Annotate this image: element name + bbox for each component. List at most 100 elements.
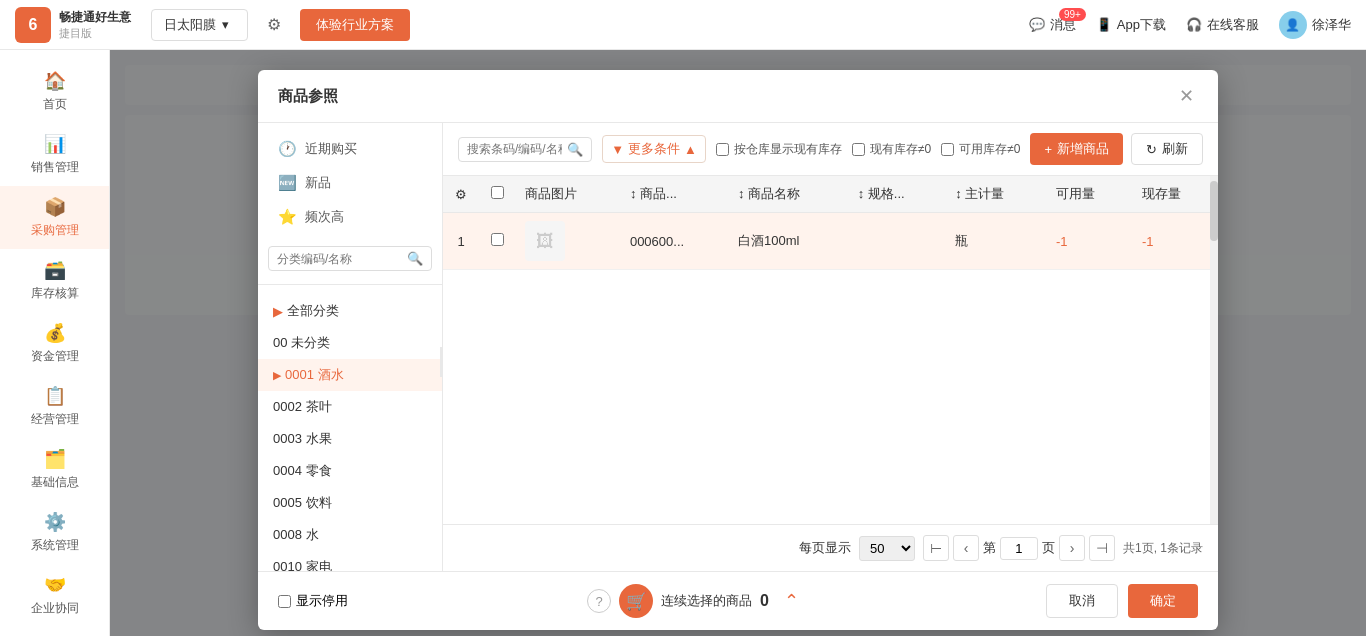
settings-column-header[interactable]: ⚙ [443, 176, 479, 213]
row-checkbox[interactable] [479, 213, 515, 270]
sidebar-item-inventory[interactable]: 🗃️ 库存核算 [0, 249, 109, 312]
sidebar-item-guide[interactable]: 📖 新手引导 [0, 627, 109, 636]
category-item-snack[interactable]: 0004 零食 [258, 455, 442, 487]
category-item-appliance[interactable]: 0010 家电 [258, 551, 442, 571]
page-number-input[interactable] [1000, 537, 1038, 560]
modal-title: 商品参照 [278, 87, 338, 106]
online-service-nav-item[interactable]: 🎧 在线客服 [1186, 16, 1259, 34]
sidebar-item-sales[interactable]: 📊 销售管理 [0, 123, 109, 186]
table-row[interactable]: 1 🖼 000600... 白酒100ml 瓶 [443, 213, 1218, 270]
row-index: 1 [443, 213, 479, 270]
logo-icon: 6 [15, 7, 51, 43]
settings-gear-icon[interactable]: ⚙ [258, 9, 290, 41]
main-layout: 🏠 首页 📊 销售管理 📦 采购管理 🗃️ 库存核算 💰 资金管理 📋 经营管理… [0, 50, 1366, 636]
stock-nonzero-checkbox[interactable]: 现有库存≠0 [852, 141, 931, 158]
headset-icon: 🎧 [1186, 17, 1202, 32]
tab-frequent[interactable]: ⭐ 频次高 [268, 201, 432, 233]
sidebar-item-purchase[interactable]: 📦 采购管理 [0, 186, 109, 249]
product-table: ⚙ 商品图片 ↕ 商品... [443, 176, 1218, 270]
name-column-header: ↕ 商品名称 [728, 176, 848, 213]
modal-close-button[interactable]: ✕ [1174, 84, 1198, 108]
category-item-beverage[interactable]: 0005 饮料 [258, 487, 442, 519]
product-search-input[interactable] [467, 142, 562, 156]
first-page-button[interactable]: ⊢ [923, 535, 949, 561]
company-dropdown[interactable]: 日太阳膜 ▾ [151, 9, 248, 41]
sidebar-item-system[interactable]: ⚙️ 系统管理 [0, 501, 109, 564]
expand-cart-button[interactable]: ⌃ [777, 586, 807, 616]
last-page-button[interactable]: ⊣ [1089, 535, 1115, 561]
category-item-all[interactable]: ▶ 全部分类 [258, 295, 442, 327]
category-item-fruit[interactable]: 0003 水果 [258, 423, 442, 455]
operations-icon: 📋 [44, 385, 66, 407]
next-page-button[interactable]: › [1059, 535, 1085, 561]
product-reference-modal: 商品参照 ✕ 🕐 近期购买 🆕 [258, 70, 1218, 630]
image-column-header: 商品图片 [515, 176, 620, 213]
category-item-uncategorized[interactable]: 00 未分类 [258, 327, 442, 359]
warehouse-display-checkbox[interactable]: 按仓库显示现有库存 [716, 141, 842, 158]
help-icon[interactable]: ? [587, 589, 611, 613]
row-available: -1 [1046, 213, 1132, 270]
sidebar-item-home[interactable]: 🏠 首页 [0, 60, 109, 123]
enterprise-icon: 🤝 [44, 574, 66, 596]
checkbox-column-header[interactable] [479, 176, 515, 213]
plus-icon: + [1044, 142, 1052, 157]
messages-badge: 99+ [1059, 8, 1086, 21]
category-item-tea[interactable]: 0002 茶叶 [258, 391, 442, 423]
prev-page-button[interactable]: ‹ [953, 535, 979, 561]
inventory-icon: 🗃️ [44, 259, 66, 281]
modal-header: 商品参照 ✕ [258, 70, 1218, 123]
messages-nav-item[interactable]: 💬 消息 99+ [1029, 16, 1076, 34]
refresh-button[interactable]: ↻ 刷新 [1131, 133, 1203, 165]
avatar: 👤 [1279, 11, 1307, 39]
product-image: 🖼 [525, 221, 565, 261]
left-divider [258, 284, 442, 285]
search-icon: 🔍 [567, 142, 583, 157]
more-filters-button[interactable]: ▼ 更多条件 ▲ [602, 135, 706, 163]
content-area: 商品参照 ✕ 🕐 近期购买 🆕 [110, 50, 1366, 636]
page-size-select[interactable]: 50 100 200 [859, 536, 915, 561]
sidebar: 🏠 首页 📊 销售管理 📦 采购管理 🗃️ 库存核算 💰 资金管理 📋 经营管理… [0, 50, 110, 636]
stock-column-header: 现存量 [1132, 176, 1218, 213]
toolbar: 🔍 ▼ 更多条件 ▲ 按仓库显示现有库存 [443, 123, 1218, 176]
available-nonzero-checkbox[interactable]: 可用库存≠0 [941, 141, 1020, 158]
finance-icon: 💰 [44, 322, 66, 344]
tab-recent-purchase[interactable]: 🕐 近期购买 [268, 133, 432, 165]
chevron-down-icon: ▾ [222, 17, 229, 32]
clock-icon: 🕐 [278, 140, 297, 158]
logo-text: 畅捷通好生意 捷目版 [59, 9, 131, 41]
user-avatar-area[interactable]: 👤 徐泽华 [1279, 11, 1351, 39]
active-arrow-icon: ▶ [273, 369, 281, 382]
table-scrollbar[interactable] [1210, 176, 1218, 524]
category-item-water[interactable]: 0008 水 [258, 519, 442, 551]
add-product-button[interactable]: + 新增商品 [1030, 133, 1123, 165]
home-icon: 🏠 [44, 70, 66, 92]
confirm-button[interactable]: 确定 [1128, 584, 1198, 618]
sidebar-item-basic-info[interactable]: 🗂️ 基础信息 [0, 438, 109, 501]
nav-right-area: 💬 消息 99+ 📱 App下载 🎧 在线客服 👤 徐泽华 [1029, 11, 1351, 39]
tab-new-products[interactable]: 🆕 新品 [268, 167, 432, 199]
cancel-button[interactable]: 取消 [1046, 584, 1118, 618]
sidebar-item-operations[interactable]: 📋 经营管理 [0, 375, 109, 438]
category-item-alcohol[interactable]: ▶ 0001 酒水 [258, 359, 442, 391]
refresh-icon: ↻ [1146, 142, 1157, 157]
right-panel: 🔍 ▼ 更多条件 ▲ 按仓库显示现有库存 [443, 123, 1218, 571]
footer-actions: 取消 确定 [1046, 584, 1198, 618]
sidebar-item-finance[interactable]: 💰 资金管理 [0, 312, 109, 375]
row-unit: 瓶 [945, 213, 1046, 270]
show-disabled-checkbox[interactable]: 显示停用 [278, 592, 348, 610]
cart-icon[interactable]: 🛒 [619, 584, 653, 618]
basic-info-icon: 🗂️ [44, 448, 66, 470]
logo-area: 6 畅捷通好生意 捷目版 [15, 7, 131, 43]
sidebar-item-enterprise[interactable]: 🤝 企业协同 [0, 564, 109, 627]
row-code: 000600... [620, 213, 728, 270]
arrow-icon: ▶ [273, 304, 283, 319]
app-download-nav-item[interactable]: 📱 App下载 [1096, 16, 1166, 34]
trial-button[interactable]: 体验行业方案 [300, 9, 410, 41]
category-search-input[interactable] [277, 252, 402, 266]
purchase-icon: 📦 [44, 196, 66, 218]
filter-icon: ▼ [611, 142, 624, 157]
row-stock: -1 [1132, 213, 1218, 270]
pagination-bar: 每页显示 50 100 200 ⊢ ‹ 第 页 [443, 524, 1218, 571]
page-navigation: ⊢ ‹ 第 页 › ⊣ [923, 535, 1115, 561]
star-icon: ⭐ [278, 208, 297, 226]
